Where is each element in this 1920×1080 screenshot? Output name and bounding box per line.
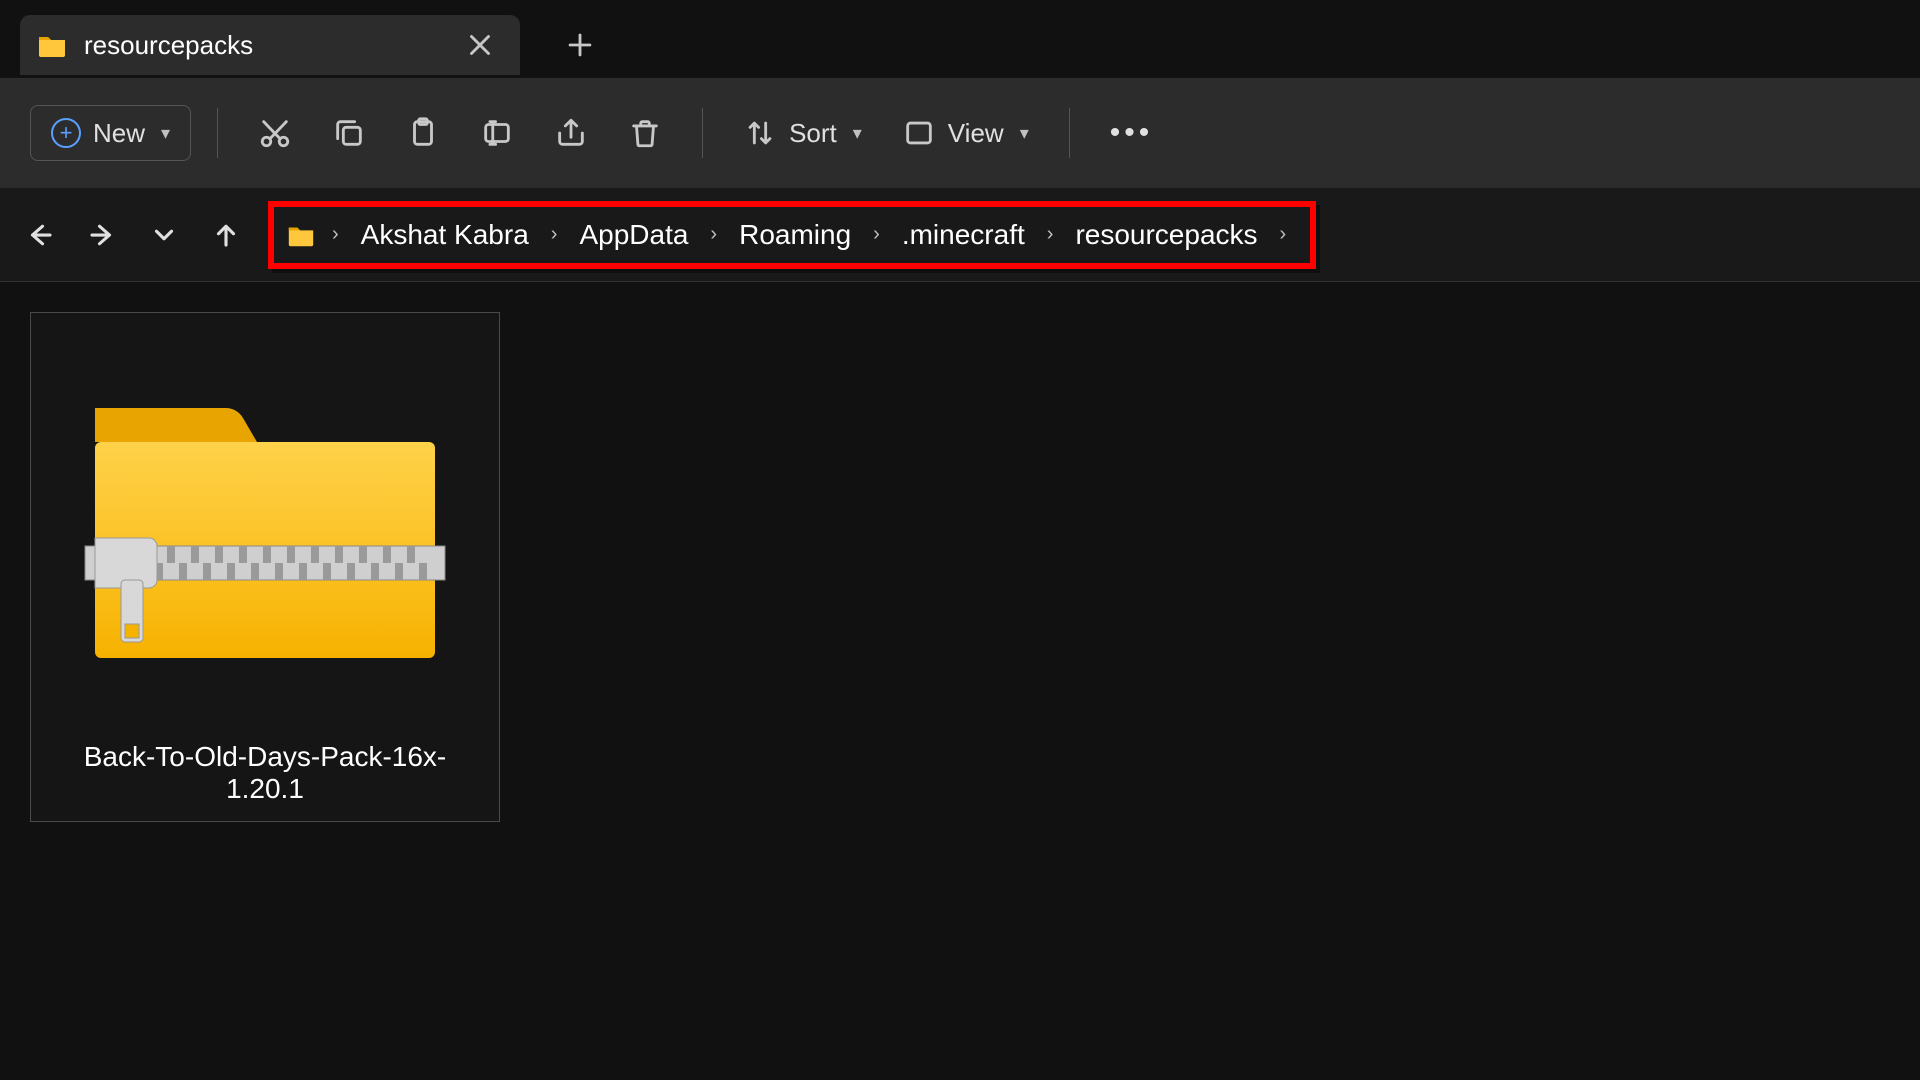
navigation-bar: › Akshat Kabra › AppData › Roaming › .mi…: [0, 188, 1920, 282]
scissors-icon: [258, 116, 292, 150]
plus-circle-icon: +: [51, 118, 81, 148]
rename-button[interactable]: [466, 105, 528, 161]
tab-title: resourcepacks: [84, 30, 444, 61]
breadcrumb-item[interactable]: Roaming: [733, 215, 857, 255]
chevron-right-icon: ›: [545, 223, 564, 246]
view-button[interactable]: View ▾: [888, 105, 1043, 161]
toolbar-separator: [1069, 108, 1070, 158]
breadcrumb-item[interactable]: .minecraft: [896, 215, 1031, 255]
chevron-right-icon: ›: [326, 223, 345, 246]
sort-button-label: Sort: [789, 118, 837, 149]
delete-button[interactable]: [614, 105, 676, 161]
chevron-down-icon: ▾: [161, 123, 170, 144]
chevron-right-icon: ›: [1274, 223, 1293, 246]
recent-locations-button[interactable]: [144, 215, 184, 255]
paste-button[interactable]: [392, 105, 454, 161]
forward-button[interactable]: [82, 215, 122, 255]
tab-bar: resourcepacks: [0, 0, 1920, 78]
chevron-right-icon: ›: [867, 223, 886, 246]
new-tab-button[interactable]: [550, 15, 610, 75]
back-button[interactable]: [20, 215, 60, 255]
new-button-label: New: [93, 118, 145, 149]
toolbar-separator: [702, 108, 703, 158]
zip-folder-icon: [51, 333, 479, 723]
share-icon: [554, 116, 588, 150]
breadcrumb-item[interactable]: resourcepacks: [1069, 215, 1263, 255]
file-list-area[interactable]: Back-To-Old-Days-Pack-16x-1.20.1: [0, 282, 1920, 1080]
copy-button[interactable]: [318, 105, 380, 161]
breadcrumb[interactable]: › Akshat Kabra › AppData › Roaming › .mi…: [268, 201, 1316, 269]
sort-icon: [743, 116, 777, 150]
folder-icon: [36, 29, 68, 61]
file-name: Back-To-Old-Days-Pack-16x-1.20.1: [51, 741, 479, 805]
rename-icon: [480, 116, 514, 150]
up-button[interactable]: [206, 215, 246, 255]
sort-button[interactable]: Sort ▾: [729, 105, 876, 161]
chevron-right-icon: ›: [1041, 223, 1060, 246]
copy-icon: [332, 116, 366, 150]
close-tab-button[interactable]: [460, 25, 500, 65]
new-button[interactable]: + New ▾: [30, 105, 191, 161]
breadcrumb-item[interactable]: Akshat Kabra: [355, 215, 535, 255]
chevron-down-icon: ▾: [853, 123, 862, 144]
folder-icon: [286, 220, 316, 250]
more-button[interactable]: •••: [1096, 105, 1168, 161]
cut-button[interactable]: [244, 105, 306, 161]
breadcrumb-item[interactable]: AppData: [573, 215, 694, 255]
share-button[interactable]: [540, 105, 602, 161]
file-item[interactable]: Back-To-Old-Days-Pack-16x-1.20.1: [30, 312, 500, 822]
ellipsis-icon: •••: [1110, 116, 1154, 150]
toolbar-separator: [217, 108, 218, 158]
clipboard-icon: [406, 116, 440, 150]
trash-icon: [628, 116, 662, 150]
view-button-label: View: [948, 118, 1004, 149]
chevron-down-icon: ▾: [1020, 123, 1029, 144]
command-toolbar: + New ▾: [0, 78, 1920, 188]
active-tab[interactable]: resourcepacks: [20, 15, 520, 75]
view-icon: [902, 116, 936, 150]
chevron-right-icon: ›: [704, 223, 723, 246]
